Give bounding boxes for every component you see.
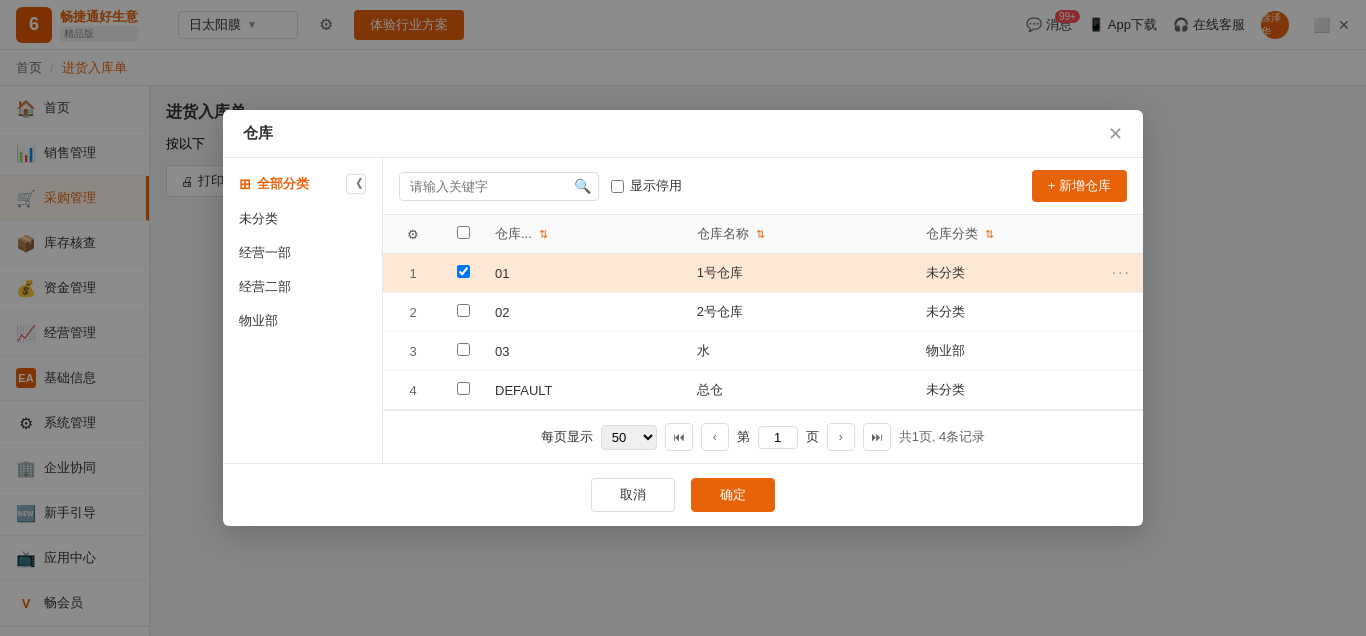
last-page-button[interactable]: ⏭: [863, 423, 891, 451]
row-category: 物业部: [914, 332, 1143, 371]
cancel-button[interactable]: 取消: [591, 478, 675, 512]
warehouse-data-table: ⚙ 仓库... ⇅ 仓库名称: [383, 215, 1143, 410]
row-code: 01: [483, 254, 685, 293]
page-number-input[interactable]: [758, 426, 798, 449]
show-disabled-label: 显示停用: [630, 177, 682, 195]
search-input[interactable]: [399, 172, 599, 201]
prev-page-button[interactable]: ‹: [701, 423, 729, 451]
category-item-property[interactable]: 物业部: [223, 304, 382, 338]
table-row[interactable]: 1 01 1号仓库 未分类 ···: [383, 254, 1143, 293]
row-name: 总仓: [685, 371, 914, 410]
all-category-label: 全部分类: [257, 175, 309, 193]
settings-col-icon: ⚙: [407, 227, 419, 242]
row-checkbox[interactable]: [457, 382, 470, 395]
row-num: 2: [383, 293, 443, 332]
grid-icon: ⊞: [239, 176, 251, 192]
page-section-label: 第: [737, 428, 750, 446]
collapse-button[interactable]: 《: [346, 174, 366, 194]
search-icon[interactable]: 🔍: [574, 178, 591, 194]
row-num: 3: [383, 332, 443, 371]
category-item-operations2[interactable]: 经营二部: [223, 270, 382, 304]
search-bar: 🔍 显示停用 + 新增仓库: [383, 158, 1143, 215]
sort-code-icon: ⇅: [539, 228, 548, 240]
row-name: 水: [685, 332, 914, 371]
row-name: 2号仓库: [685, 293, 914, 332]
row-num: 1: [383, 254, 443, 293]
confirm-button[interactable]: 确定: [691, 478, 775, 512]
row-checkbox-cell: [443, 332, 483, 371]
modal-body: ⊞ 全部分类 《 未分类 经营一部 经营二部 物业部 🔍: [223, 158, 1143, 463]
row-more-icon[interactable]: ···: [1112, 264, 1131, 282]
row-category: 未分类: [914, 293, 1143, 332]
show-disabled-checkbox[interactable]: 显示停用: [611, 177, 682, 195]
table-row[interactable]: 3 03 水 物业部: [383, 332, 1143, 371]
row-checkbox[interactable]: [457, 343, 470, 356]
table-row[interactable]: 4 DEFAULT 总仓 未分类: [383, 371, 1143, 410]
row-checkbox[interactable]: [457, 265, 470, 278]
all-category-header[interactable]: ⊞ 全部分类 《: [223, 166, 382, 202]
pagination: 每页显示 50 20 100 ⏮ ‹ 第 页 › ⏭ 共1页, 4条记录: [383, 410, 1143, 463]
category-item-unclassified[interactable]: 未分类: [223, 202, 382, 236]
col-header-checkbox: [443, 215, 483, 254]
first-page-button[interactable]: ⏮: [665, 423, 693, 451]
row-code: DEFAULT: [483, 371, 685, 410]
modal-title: 仓库: [243, 124, 273, 143]
col-header-name: 仓库名称 ⇅: [685, 215, 914, 254]
row-category: 未分类 ···: [914, 254, 1143, 293]
col-header-code: 仓库... ⇅: [483, 215, 685, 254]
add-warehouse-button[interactable]: + 新增仓库: [1032, 170, 1127, 202]
modal-close-button[interactable]: ✕: [1108, 125, 1123, 143]
category-panel: ⊞ 全部分类 《 未分类 经营一部 经营二部 物业部: [223, 158, 383, 463]
per-page-label: 每页显示: [541, 428, 593, 446]
row-checkbox-cell: [443, 254, 483, 293]
table-row[interactable]: 2 02 2号仓库 未分类: [383, 293, 1143, 332]
row-num: 4: [383, 371, 443, 410]
sort-category-icon: ⇅: [985, 228, 994, 240]
row-category: 未分类: [914, 371, 1143, 410]
modal-header: 仓库 ✕: [223, 110, 1143, 158]
per-page-select[interactable]: 50 20 100: [601, 425, 657, 450]
search-input-wrap: 🔍: [399, 172, 599, 201]
total-info: 共1页, 4条记录: [899, 428, 986, 446]
warehouse-modal: 仓库 ✕ ⊞ 全部分类 《 未分类 经营一部 经营二部 物业部: [223, 110, 1143, 526]
select-all-checkbox[interactable]: [457, 226, 470, 239]
row-name: 1号仓库: [685, 254, 914, 293]
row-code: 03: [483, 332, 685, 371]
modal-overlay: 仓库 ✕ ⊞ 全部分类 《 未分类 经营一部 经营二部 物业部: [0, 0, 1366, 636]
category-item-operations1[interactable]: 经营一部: [223, 236, 382, 270]
table-header-row: ⚙ 仓库... ⇅ 仓库名称: [383, 215, 1143, 254]
row-checkbox-cell: [443, 293, 483, 332]
row-code: 02: [483, 293, 685, 332]
page-label: 页: [806, 428, 819, 446]
next-page-button[interactable]: ›: [827, 423, 855, 451]
row-checkbox-cell: [443, 371, 483, 410]
row-checkbox[interactable]: [457, 304, 470, 317]
modal-footer: 取消 确定: [223, 463, 1143, 526]
show-disabled-check[interactable]: [611, 180, 624, 193]
warehouse-panel: 🔍 显示停用 + 新增仓库 ⚙: [383, 158, 1143, 463]
col-header-category: 仓库分类 ⇅: [914, 215, 1143, 254]
warehouse-table: ⚙ 仓库... ⇅ 仓库名称: [383, 215, 1143, 410]
col-header-settings: ⚙: [383, 215, 443, 254]
sort-name-icon: ⇅: [756, 228, 765, 240]
